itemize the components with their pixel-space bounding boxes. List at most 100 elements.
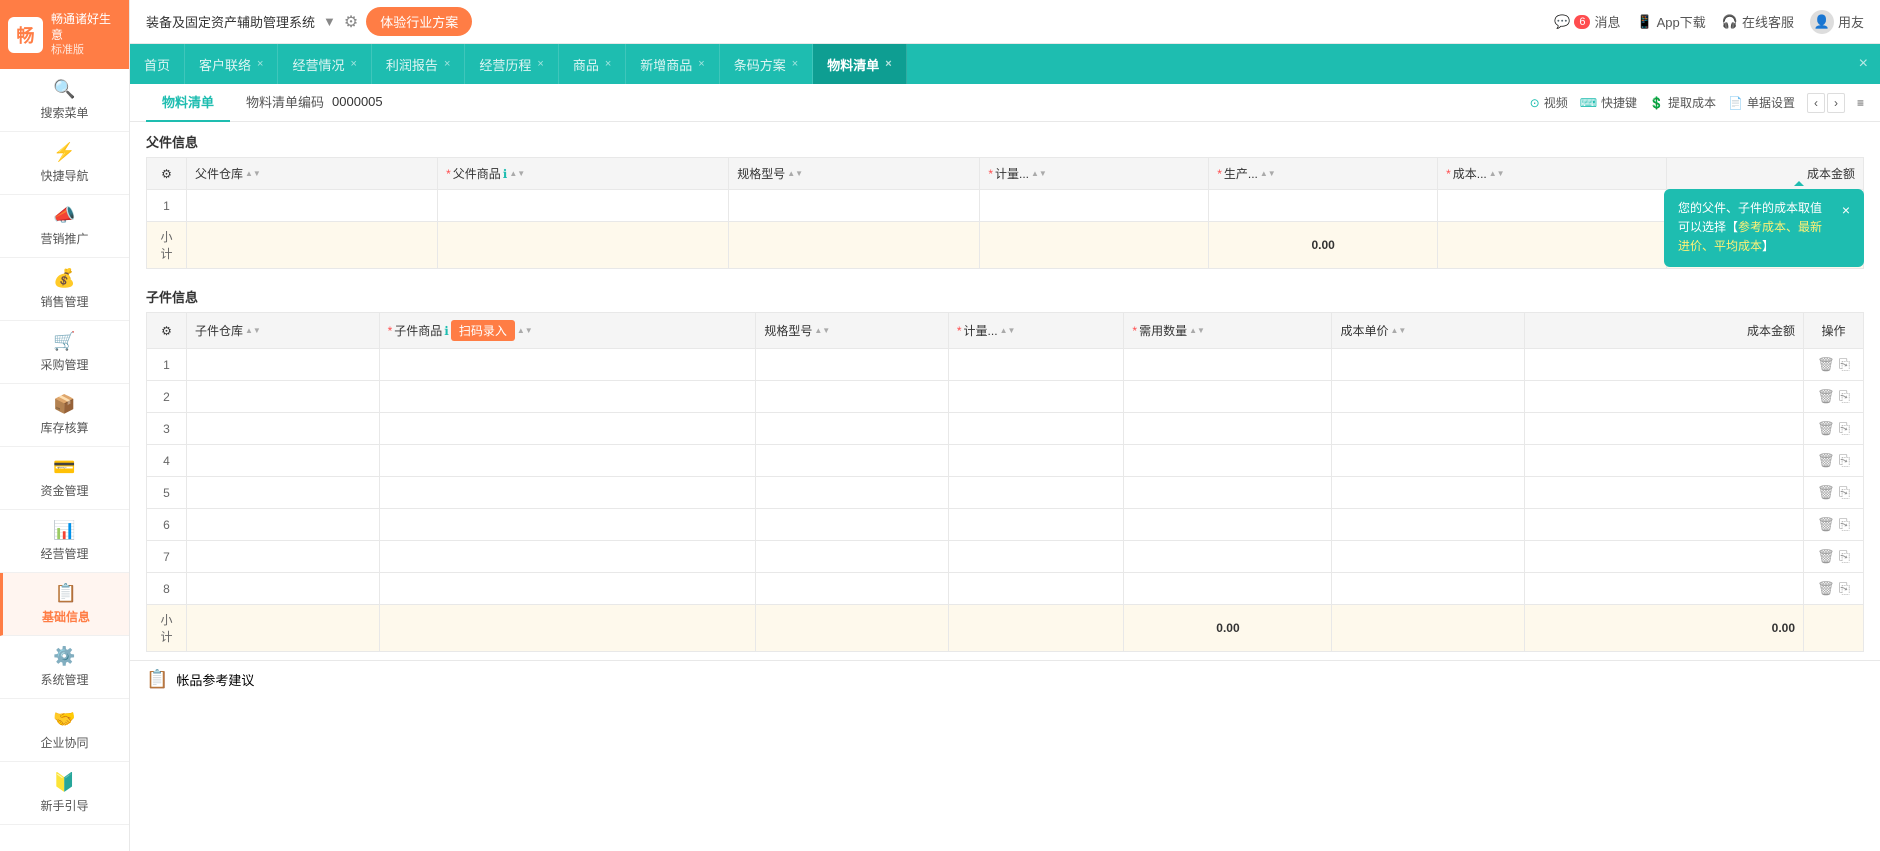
child-unit-cost-sort[interactable]: ▲▼ (1391, 326, 1407, 335)
child-row-8-spec[interactable] (756, 573, 949, 605)
child-row-7-cost-amount[interactable] (1525, 541, 1804, 573)
child-row-4-goods[interactable] (379, 445, 756, 477)
app-download-item[interactable]: 📱 App下载 (1636, 12, 1705, 31)
topbar-gear-icon[interactable]: ⚙ (344, 12, 358, 32)
child-row-1-goods[interactable] (379, 349, 756, 381)
delete-icon-8[interactable]: 🗑 (1817, 580, 1835, 597)
child-row-5-goods[interactable] (379, 477, 756, 509)
sub-tab-bom-code[interactable]: 物料清单编码 0000005 (230, 84, 399, 122)
tab-operations-status-close[interactable]: × (350, 58, 356, 70)
sidebar-item-purchase[interactable]: 🛒 采购管理 (0, 321, 129, 384)
tab-customer[interactable]: 客户联络 × (185, 44, 278, 84)
child-row-2-spec[interactable] (756, 381, 949, 413)
child-row-6-unit[interactable] (948, 509, 1124, 541)
tab-profit-report[interactable]: 利润报告 × (372, 44, 465, 84)
delete-icon-4[interactable]: 🗑 (1817, 452, 1835, 469)
sidebar-item-operations[interactable]: 📊 经营管理 (0, 510, 129, 573)
child-warehouse-sort[interactable]: ▲▼ (245, 326, 261, 335)
child-row-1-quantity[interactable] (1124, 349, 1332, 381)
child-goods-sort[interactable]: ▲▼ (517, 326, 533, 335)
toolbar-view[interactable]: ⊙ 视频 (1530, 94, 1568, 111)
child-row-5-unit[interactable] (948, 477, 1124, 509)
child-row-6-quantity[interactable] (1124, 509, 1332, 541)
goods-sort[interactable]: ▲▼ (509, 169, 525, 178)
child-row-2-unit-cost[interactable] (1332, 381, 1525, 413)
child-goods-info-icon[interactable]: ℹ (444, 324, 449, 338)
tab-operations-history[interactable]: 经营历程 × (465, 44, 558, 84)
child-row-6-cost-amount[interactable] (1525, 509, 1804, 541)
delete-icon-2[interactable]: 🗑 (1817, 388, 1835, 405)
parent-row-1-spec[interactable] (729, 190, 980, 222)
copy-icon-8[interactable]: ⎘ (1839, 580, 1850, 597)
sidebar-item-enterprise[interactable]: 🤝 企业协同 (0, 699, 129, 762)
parent-row-1-goods[interactable] (438, 190, 729, 222)
toolbar-cost[interactable]: 💲 提取成本 (1649, 94, 1716, 111)
parent-row-1-unit[interactable] (980, 190, 1209, 222)
online-service-item[interactable]: 🎧 在线客服 (1722, 12, 1794, 31)
child-row-3-quantity[interactable] (1124, 413, 1332, 445)
nav-next-btn[interactable]: › (1827, 93, 1845, 113)
experience-button[interactable]: 体验行业方案 (366, 7, 472, 36)
copy-icon-1[interactable]: ⎘ (1839, 356, 1850, 373)
sidebar-item-basic-info[interactable]: 📋 基础信息 (0, 573, 129, 636)
child-unit-sort[interactable]: ▲▼ (1000, 326, 1016, 335)
child-row-7-unit-cost[interactable] (1332, 541, 1525, 573)
child-row-2-goods[interactable] (379, 381, 756, 413)
tab-bom-list-close[interactable]: × (885, 58, 891, 70)
child-row-2-quantity[interactable] (1124, 381, 1332, 413)
sidebar-item-inventory[interactable]: 📦 库存核算 (0, 384, 129, 447)
child-row-7-goods[interactable] (379, 541, 756, 573)
warehouse-sort[interactable]: ▲▼ (245, 169, 261, 178)
delete-icon-1[interactable]: 🗑 (1817, 356, 1835, 373)
child-row-7-warehouse[interactable] (187, 541, 380, 573)
nav-prev-btn[interactable]: ‹ (1807, 93, 1825, 113)
cost-sort[interactable]: ▲▼ (1489, 169, 1505, 178)
tab-bom-list[interactable]: 物料清单 × (813, 44, 906, 84)
tab-profit-report-close[interactable]: × (444, 58, 450, 70)
child-row-1-unit-cost[interactable] (1332, 349, 1525, 381)
tab-operations-history-close[interactable]: × (537, 58, 543, 70)
tab-barcode[interactable]: 条码方案 × (720, 44, 813, 84)
goods-info-icon[interactable]: ℹ (503, 167, 508, 181)
sidebar-item-quick-nav[interactable]: ⚡ 快捷导航 (0, 132, 129, 195)
child-row-5-unit-cost[interactable] (1332, 477, 1525, 509)
child-row-7-spec[interactable] (756, 541, 949, 573)
child-row-3-unit-cost[interactable] (1332, 413, 1525, 445)
tab-operations-status[interactable]: 经营情况 × (278, 44, 371, 84)
child-row-3-unit[interactable] (948, 413, 1124, 445)
tab-goods-close[interactable]: × (605, 58, 611, 70)
copy-icon-3[interactable]: ⎘ (1839, 420, 1850, 437)
sidebar-item-search[interactable]: 🔍 搜索菜单 (0, 69, 129, 132)
toolbar-single-settings[interactable]: 📄 单据设置 (1728, 94, 1795, 111)
parent-row-1-production[interactable] (1209, 190, 1438, 222)
child-row-8-cost-amount[interactable] (1525, 573, 1804, 605)
child-row-3-warehouse[interactable] (187, 413, 380, 445)
delete-icon-6[interactable]: 🗑 (1817, 516, 1835, 533)
child-row-6-unit-cost[interactable] (1332, 509, 1525, 541)
sub-tab-bom[interactable]: 物料清单 (146, 84, 230, 122)
delete-icon-7[interactable]: 🗑 (1817, 548, 1835, 565)
child-row-8-warehouse[interactable] (187, 573, 380, 605)
child-row-2-warehouse[interactable] (187, 381, 380, 413)
message-item[interactable]: 💬 6 消息 (1554, 12, 1620, 31)
copy-icon-4[interactable]: ⎘ (1839, 452, 1850, 469)
copy-icon-7[interactable]: ⎘ (1839, 548, 1850, 565)
tab-new-goods[interactable]: 新增商品 × (626, 44, 719, 84)
child-row-3-spec[interactable] (756, 413, 949, 445)
child-row-3-goods[interactable] (379, 413, 756, 445)
unit-sort[interactable]: ▲▼ (1031, 169, 1047, 178)
child-row-4-spec[interactable] (756, 445, 949, 477)
child-row-5-spec[interactable] (756, 477, 949, 509)
delete-icon-3[interactable]: 🗑 (1817, 420, 1835, 437)
child-row-4-cost-amount[interactable] (1525, 445, 1804, 477)
parent-col-settings[interactable]: ⚙ (147, 158, 187, 190)
copy-icon-6[interactable]: ⎘ (1839, 516, 1850, 533)
child-row-4-quantity[interactable] (1124, 445, 1332, 477)
child-row-8-goods[interactable] (379, 573, 756, 605)
child-row-2-cost-amount[interactable] (1525, 381, 1804, 413)
child-row-4-warehouse[interactable] (187, 445, 380, 477)
child-row-6-spec[interactable] (756, 509, 949, 541)
sidebar-item-system[interactable]: ⚙️ 系统管理 (0, 636, 129, 699)
spec-sort[interactable]: ▲▼ (787, 169, 803, 178)
tab-customer-close[interactable]: × (257, 58, 263, 70)
